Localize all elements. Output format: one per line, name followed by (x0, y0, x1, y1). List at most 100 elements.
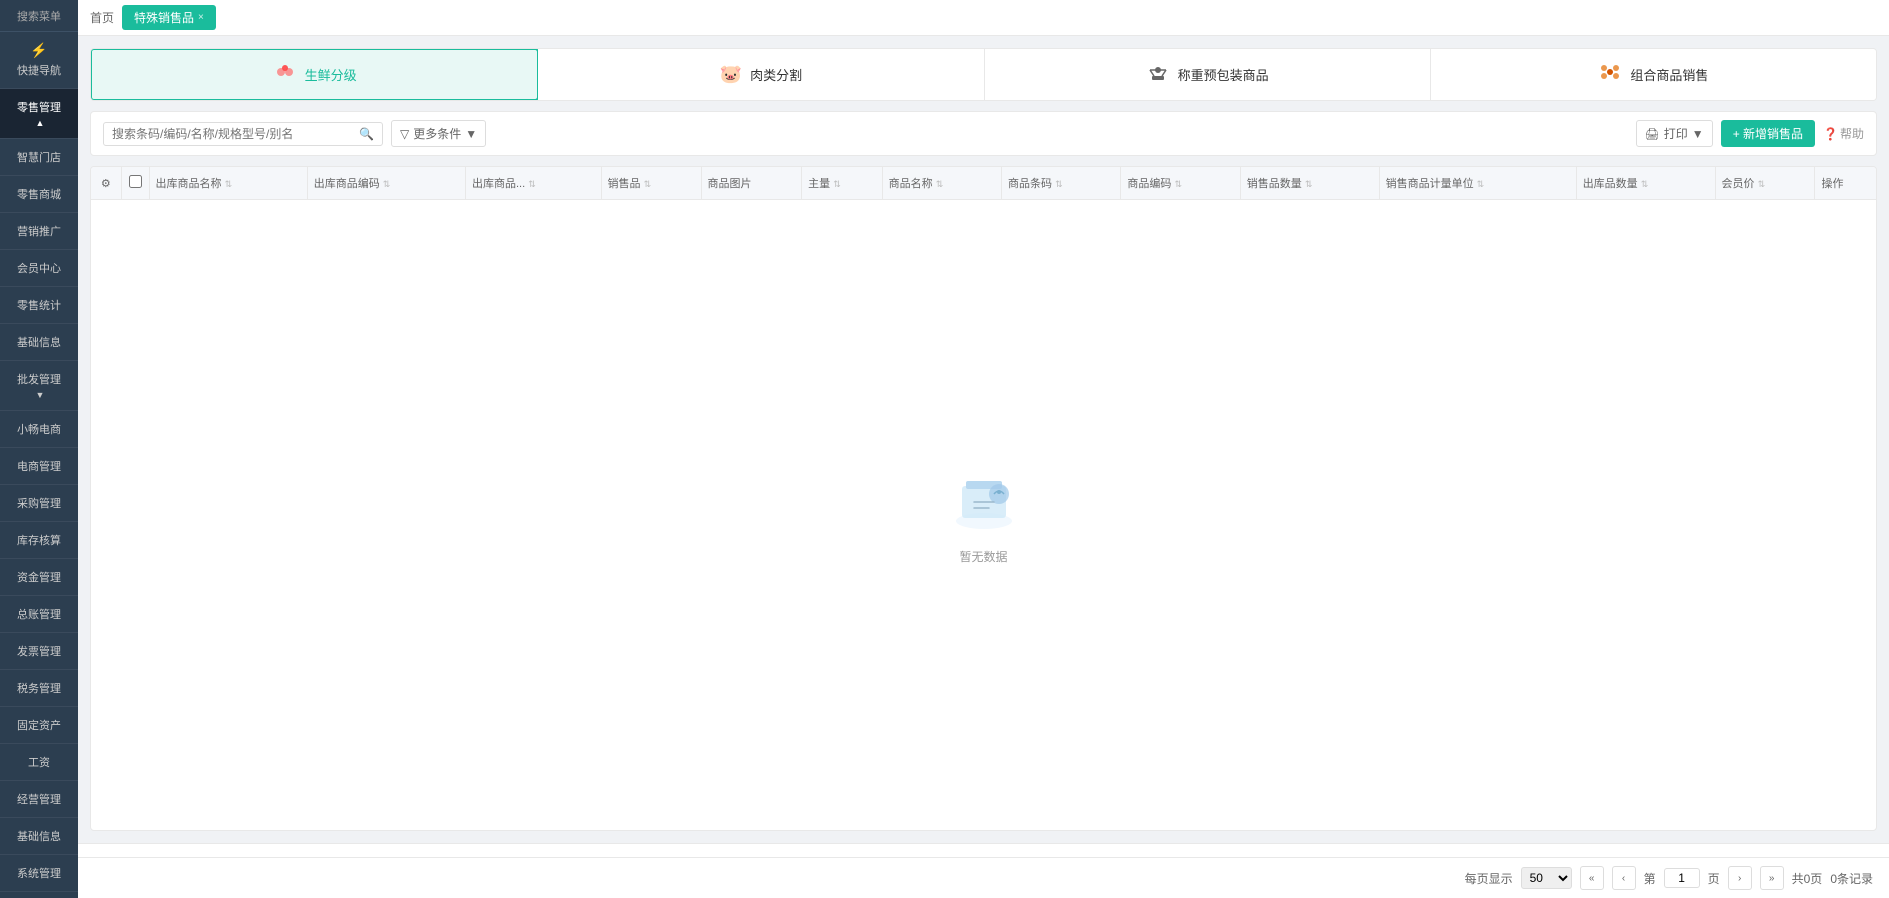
meat-cut-icon: 🐷 (720, 64, 742, 85)
sidebar-item-fixed-assets[interactable]: 固定资产 (0, 707, 78, 744)
active-tab[interactable]: 特殊销售品 × (122, 5, 216, 30)
cat-tab-weigh-pack[interactable]: 称重预包装商品 (985, 49, 1431, 100)
sort-icon: ⇅ (1174, 179, 1182, 189)
arrow-icon: ▲ (36, 118, 45, 128)
th-member-price[interactable]: 会员价 ⇅ (1715, 167, 1815, 200)
th-product-barcode[interactable]: 商品条码 ⇅ (1002, 167, 1121, 200)
th-sale-qty[interactable]: 销售品数量 ⇅ (1240, 167, 1379, 200)
th-out-product-code[interactable]: 出库商品编码 ⇅ (307, 167, 465, 200)
search-box[interactable]: 🔍 (103, 122, 383, 146)
sidebar-item-inventory[interactable]: 库存核算 (0, 522, 78, 559)
sidebar-item-salary[interactable]: 工资 (0, 744, 78, 781)
sort-icon: ⇅ (1758, 179, 1766, 189)
sidebar-item-invoice[interactable]: 发票管理 (0, 633, 78, 670)
toolbar-left: 🔍 ▽ 更多条件 ▼ (103, 120, 486, 147)
arrow-icon: ▼ (36, 390, 45, 400)
th-out-product-spec[interactable]: 出库商品... ⇅ (465, 167, 601, 200)
sidebar-item-member[interactable]: 会员中心 (0, 250, 78, 287)
th-sale-unit[interactable]: 销售商品计量单位 ⇅ (1379, 167, 1576, 200)
sort-icon: ⇅ (1477, 179, 1485, 189)
th-out-product-name[interactable]: 出库商品名称 ⇅ (149, 167, 307, 200)
th-setting[interactable]: ⚙ (91, 167, 121, 200)
fresh-grade-icon (273, 62, 297, 87)
th-product-code[interactable]: 商品编码 ⇅ (1121, 167, 1240, 200)
next-page-button[interactable]: › (1728, 866, 1752, 890)
active-tab-label: 特殊销售品 (134, 9, 194, 26)
th-out-qty[interactable]: 出库品数量 ⇅ (1576, 167, 1715, 200)
sidebar-item-mini-ecom[interactable]: 小畅电商 (0, 411, 78, 448)
search-icon[interactable]: 🔍 (359, 127, 374, 141)
th-checkbox[interactable] (121, 167, 149, 200)
sidebar-item-enterprise[interactable]: 企业协同 (0, 892, 78, 898)
combo-sale-icon (1598, 62, 1622, 87)
main-content: 首页 特殊销售品 × 生鲜分级 🐷 肉类分割 (78, 0, 1889, 898)
sort-icon: ⇅ (225, 179, 233, 189)
sidebar-item-smart-store[interactable]: 智慧门店 (0, 139, 78, 176)
th-sale-product[interactable]: 销售品 ⇅ (601, 167, 701, 200)
sidebar-item-quick-nav[interactable]: ⚡ 快捷导航 (0, 32, 78, 89)
sidebar-item-purchase[interactable]: 采购管理 (0, 485, 78, 522)
empty-state: 暂无数据 (91, 200, 1876, 830)
sidebar-item-retail-mall[interactable]: 零售商城 (0, 176, 78, 213)
table-header-row: ⚙ 出库商品名称 ⇅ 出库商品编码 ⇅ (91, 167, 1876, 200)
th-product-image[interactable]: 商品图片 (701, 167, 802, 200)
cat-tab-meat-cut[interactable]: 🐷 肉类分割 (538, 49, 984, 100)
close-tab-icon[interactable]: × (198, 12, 204, 23)
toolbar: 🔍 ▽ 更多条件 ▼ 🖨 打印 ▼ + 新增销售品 ❓ 帮助 (90, 111, 1877, 156)
pagination: 每页显示 50 10 20 100 « ‹ 第 页 › » 共0页 0条记录 (78, 857, 1889, 898)
sort-icon: ⇅ (833, 179, 841, 189)
combo-sale-label: 组合商品销售 (1630, 65, 1708, 84)
total-records: 0条记录 (1830, 870, 1873, 887)
sidebar-item-basic-info[interactable]: 基础信息 (0, 324, 78, 361)
data-table: ⚙ 出库商品名称 ⇅ 出库商品编码 ⇅ (91, 167, 1876, 200)
sort-icon: ⇅ (1305, 179, 1313, 189)
sidebar-item-total-manage[interactable]: 总账管理 (0, 596, 78, 633)
sidebar-item-wholesale[interactable]: 批发管理 ▼ (0, 361, 78, 411)
cat-tab-fresh-grade[interactable]: 生鲜分级 (90, 48, 539, 101)
print-dropdown-icon: ▼ (1692, 127, 1704, 141)
sidebar-item-basic-info2[interactable]: 基础信息 (0, 818, 78, 855)
category-tabs: 生鲜分级 🐷 肉类分割 称重预包装商品 (90, 48, 1877, 101)
quick-nav-icon: ⚡ (30, 42, 47, 59)
help-button[interactable]: ❓ 帮助 (1823, 125, 1864, 142)
help-icon: ❓ (1823, 127, 1838, 141)
fresh-grade-label: 生鲜分级 (305, 65, 357, 84)
filter-button[interactable]: ▽ 更多条件 ▼ (391, 120, 486, 147)
horizontal-scrollbar[interactable] (78, 843, 1889, 857)
sidebar-item-tax[interactable]: 税务管理 (0, 670, 78, 707)
per-page-select[interactable]: 50 10 20 100 (1521, 867, 1572, 889)
sort-icon: ⇅ (644, 179, 652, 189)
first-page-button[interactable]: « (1580, 866, 1604, 890)
prev-page-button[interactable]: ‹ (1612, 866, 1636, 890)
print-button[interactable]: 🖨 打印 ▼ (1636, 120, 1713, 147)
page-input[interactable] (1664, 868, 1700, 888)
filter-icon: ▽ (400, 127, 409, 141)
sort-icon: ⇅ (383, 179, 391, 189)
sort-icon: ⇅ (1641, 179, 1649, 189)
new-sale-button[interactable]: + 新增销售品 (1721, 120, 1815, 147)
th-weight[interactable]: 主量 ⇅ (802, 167, 883, 200)
meat-cut-label: 肉类分割 (750, 65, 802, 84)
page-suffix: 页 (1708, 870, 1720, 887)
sidebar-item-ecom-manage[interactable]: 电商管理 (0, 448, 78, 485)
sidebar-item-marketing[interactable]: 营销推广 (0, 213, 78, 250)
sidebar-item-retail-stats[interactable]: 零售统计 (0, 287, 78, 324)
th-product-name[interactable]: 商品名称 ⇅ (882, 167, 1001, 200)
sidebar-item-retail-manage[interactable]: 零售管理 ▲ (0, 89, 78, 139)
data-table-container: ⚙ 出库商品名称 ⇅ 出库商品编码 ⇅ (90, 166, 1877, 831)
home-tab[interactable]: 首页 (90, 9, 114, 26)
last-page-button[interactable]: » (1760, 866, 1784, 890)
select-all-checkbox[interactable] (129, 175, 142, 188)
th-operation: 操作 (1815, 167, 1876, 200)
search-input[interactable] (112, 127, 355, 141)
sidebar-item-system-manage[interactable]: 系统管理 (0, 855, 78, 892)
cat-tab-combo-sale[interactable]: 组合商品销售 (1431, 49, 1876, 100)
column-settings-icon[interactable]: ⚙ (101, 178, 111, 190)
sidebar-item-finance[interactable]: 资金管理 (0, 559, 78, 596)
sort-icon: ⇅ (936, 179, 944, 189)
page-label: 第 (1644, 870, 1656, 887)
sidebar-search-menu[interactable]: 搜索菜单 (0, 0, 78, 32)
sort-icon: ⇅ (528, 179, 536, 189)
sidebar-item-business-manage[interactable]: 经营管理 (0, 781, 78, 818)
weigh-pack-label: 称重预包装商品 (1178, 65, 1269, 84)
